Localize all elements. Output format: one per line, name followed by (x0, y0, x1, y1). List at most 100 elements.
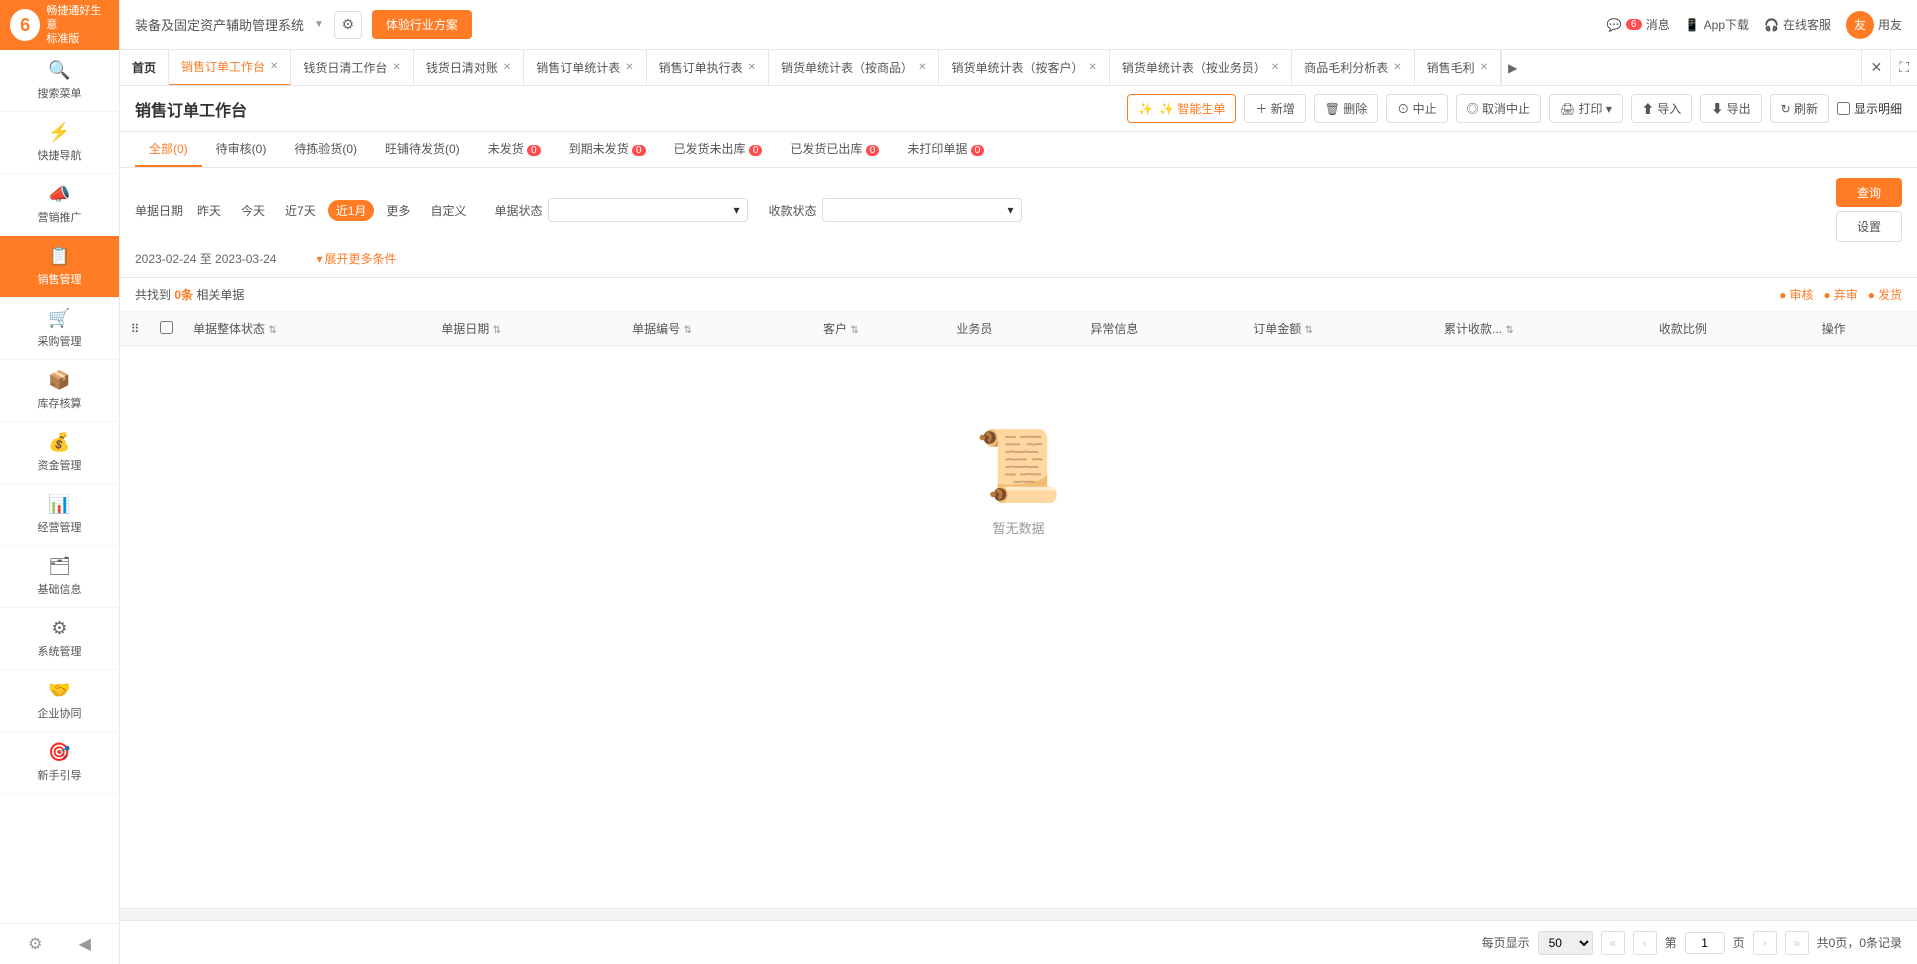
print-button[interactable]: 🖨 打印 ▾ (1549, 94, 1623, 123)
smart-generate-button[interactable]: ✨ ✨ 智能生单 (1127, 94, 1236, 123)
sidebar-item-enterprise[interactable]: 🤝 企业协同 (0, 670, 119, 732)
sidebar-item-purchase[interactable]: 🛒 采购管理 (0, 298, 119, 360)
stop-button[interactable]: ⊙ 中止 (1386, 94, 1447, 123)
filter-setting-button[interactable]: 设置 (1836, 211, 1902, 242)
sidebar-item-sales[interactable]: 📋 销售管理 (0, 236, 119, 298)
cancel-review-icon: ● (1823, 288, 1830, 302)
page-size-select[interactable]: 10 20 50 100 (1538, 931, 1593, 955)
quick-date-today[interactable]: 今天 (233, 200, 273, 221)
tab-home[interactable]: 首页 (120, 50, 169, 86)
tab-sales-exec[interactable]: 销售订单执行表 ✕ (647, 50, 769, 86)
cancel-stop-button[interactable]: ◎ 取消中止 (1456, 94, 1541, 123)
tab-close-icon[interactable]: ✕ (1393, 62, 1401, 73)
sidebar-item-quick-nav[interactable]: ⚡ 快捷导航 (0, 112, 119, 174)
add-button[interactable]: ＋ ＋ 新增新增 (1244, 94, 1305, 123)
quick-date-more[interactable]: 更多 (378, 200, 418, 221)
next-page-button[interactable]: › (1753, 931, 1777, 955)
first-page-button[interactable]: « (1601, 931, 1625, 955)
tab-close-icon[interactable]: ✕ (1271, 62, 1279, 73)
last-page-button[interactable]: » (1785, 931, 1809, 955)
horizontal-scrollbar[interactable] (120, 908, 1917, 920)
tab-close-icon[interactable]: ✕ (748, 62, 756, 73)
amount-header[interactable]: 订单金额 ⇅ (1243, 312, 1434, 346)
tab-more-button[interactable]: ▶ (1501, 50, 1523, 86)
tab-close-all-button[interactable]: ✕ (1861, 50, 1890, 86)
sidebar-item-finance[interactable]: 💰 资金管理 (0, 422, 119, 484)
checkbox-header[interactable] (150, 312, 183, 346)
sub-tab-shipped-out[interactable]: 已发货已出库 0 (776, 132, 893, 167)
table-operations: ● 审核 ● 弃审 ● 发货 (1779, 286, 1902, 303)
sub-tab-shipped-not-out[interactable]: 已发货未出库 0 (660, 132, 777, 167)
filter-area: 单据日期 昨天 今天 近7天 近1月 更多 自定义 单据状态 ▾ (120, 168, 1917, 278)
detail-checkbox-input[interactable] (1837, 102, 1850, 115)
shipped-not-out-badge: 0 (749, 145, 763, 156)
filter-row-1: 单据日期 昨天 今天 近7天 近1月 更多 自定义 单据状态 ▾ (135, 178, 1902, 242)
sidebar-item-newbie[interactable]: 🎯 新手引导 (0, 732, 119, 794)
cancel-review-button[interactable]: ● 弃审 (1823, 286, 1857, 303)
date-header[interactable]: 单据日期 ⇅ (431, 312, 622, 346)
tab-close-icon[interactable]: ✕ (918, 62, 926, 73)
online-service-button[interactable]: 🎧 在线客服 (1764, 16, 1831, 33)
tab-close-icon[interactable]: ✕ (392, 62, 400, 73)
app-download-button[interactable]: 📱 App下载 (1685, 16, 1749, 33)
delete-button[interactable]: 🗑 删除 (1314, 94, 1379, 123)
tab-sales-workbench[interactable]: 销售订单工作台 ✕ (169, 50, 291, 86)
sidebar-item-marketing[interactable]: 📣 营销推广 (0, 174, 119, 236)
tab-close-icon[interactable]: ✕ (270, 61, 278, 72)
sub-tab-unprinted[interactable]: 未打印单据 0 (893, 132, 998, 167)
query-button[interactable]: 查询 (1836, 178, 1902, 207)
tab-fullscreen-button[interactable]: ⛶ (1890, 50, 1917, 86)
sidebar-item-inventory[interactable]: 📦 库存核算 (0, 360, 119, 422)
export-button[interactable]: ⬇ 导出 (1700, 94, 1761, 123)
tab-close-icon[interactable]: ✕ (503, 62, 511, 73)
prev-page-button[interactable]: ‹ (1633, 931, 1657, 955)
sidebar-settings-button[interactable]: ⚙ (28, 934, 42, 954)
refresh-button[interactable]: ↻ 刷新 (1770, 94, 1829, 123)
tab-close-icon[interactable]: ✕ (1088, 62, 1096, 73)
sub-tab-pending-check[interactable]: 待拣验货(0) (280, 132, 371, 167)
filter-payment-select[interactable]: ▾ (822, 198, 1022, 222)
tab-close-icon[interactable]: ✕ (1480, 62, 1488, 73)
select-all-checkbox[interactable] (160, 321, 173, 334)
ship-button[interactable]: ● 发货 (1868, 286, 1902, 303)
tab-sales-stat[interactable]: 销售订单统计表 ✕ (524, 50, 646, 86)
status-header[interactable]: 单据整体状态 ⇅ (183, 312, 431, 346)
sidebar-item-system[interactable]: ⚙ 系统管理 (0, 608, 119, 670)
industry-solution-button[interactable]: 体验行业方案 (372, 10, 472, 39)
tab-close-icon[interactable]: ✕ (625, 62, 633, 73)
page-number-input[interactable] (1685, 932, 1725, 954)
sub-tab-pending-review[interactable]: 待审核(0) (202, 132, 281, 167)
sidebar-item-operations[interactable]: 📊 经营管理 (0, 484, 119, 546)
customer-header[interactable]: 客户 ⇅ (813, 312, 946, 346)
sub-tab-overdue-unshipped[interactable]: 到期未发货 0 (555, 132, 660, 167)
tab-cash-reconcile[interactable]: 钱货日清对账 ✕ (414, 50, 524, 86)
sidebar-item-search[interactable]: 🔍 搜索菜单 (0, 50, 119, 112)
filter-status-select[interactable]: ▾ (548, 198, 748, 222)
empty-row: 📜 暂无数据 (120, 346, 1917, 618)
tab-sales-stat-product[interactable]: 销货单统计表（按商品） ✕ (769, 50, 939, 86)
show-detail-checkbox[interactable]: 显示明细 (1837, 100, 1902, 117)
sub-tab-wangpu-ship[interactable]: 旺铺待发货(0) (371, 132, 474, 167)
user-menu-button[interactable]: 友 用友 (1846, 11, 1902, 39)
tab-cash-daily[interactable]: 钱货日清工作台 ✕ (291, 50, 413, 86)
quick-date-custom[interactable]: 自定义 (422, 200, 474, 221)
import-button[interactable]: ⬆ 导入 (1631, 94, 1692, 123)
sub-tab-all[interactable]: 全部(0) (135, 132, 202, 167)
sub-tab-unshipped[interactable]: 未发货 0 (474, 132, 555, 167)
topbar-settings-button[interactable]: ⚙ (334, 11, 362, 39)
message-button[interactable]: 💬 6 消息 (1607, 16, 1670, 33)
received-header[interactable]: 累计收款... ⇅ (1434, 312, 1649, 346)
review-button[interactable]: ● 审核 (1779, 286, 1813, 303)
sidebar-item-base-info[interactable]: 🗂 基础信息 (0, 546, 119, 608)
sidebar-item-label: 快捷导航 (38, 147, 82, 163)
quick-date-yesterday[interactable]: 昨天 (189, 200, 229, 221)
sidebar-collapse-button[interactable]: ◀ (79, 934, 91, 954)
number-header[interactable]: 单据编号 ⇅ (622, 312, 813, 346)
tab-product-profit[interactable]: 商品毛利分析表 ✕ (1292, 50, 1414, 86)
quick-date-7days[interactable]: 近7天 (277, 200, 324, 221)
quick-date-1month[interactable]: 近1月 (328, 200, 375, 221)
tab-sales-profit[interactable]: 销售毛利 ✕ (1415, 50, 1501, 86)
expand-filter-button[interactable]: ▾ 展开更多条件 (316, 250, 396, 267)
tab-sales-stat-staff[interactable]: 销货单统计表（按业务员） ✕ (1110, 50, 1292, 86)
tab-sales-stat-customer[interactable]: 销货单统计表（按客户） ✕ (939, 50, 1109, 86)
